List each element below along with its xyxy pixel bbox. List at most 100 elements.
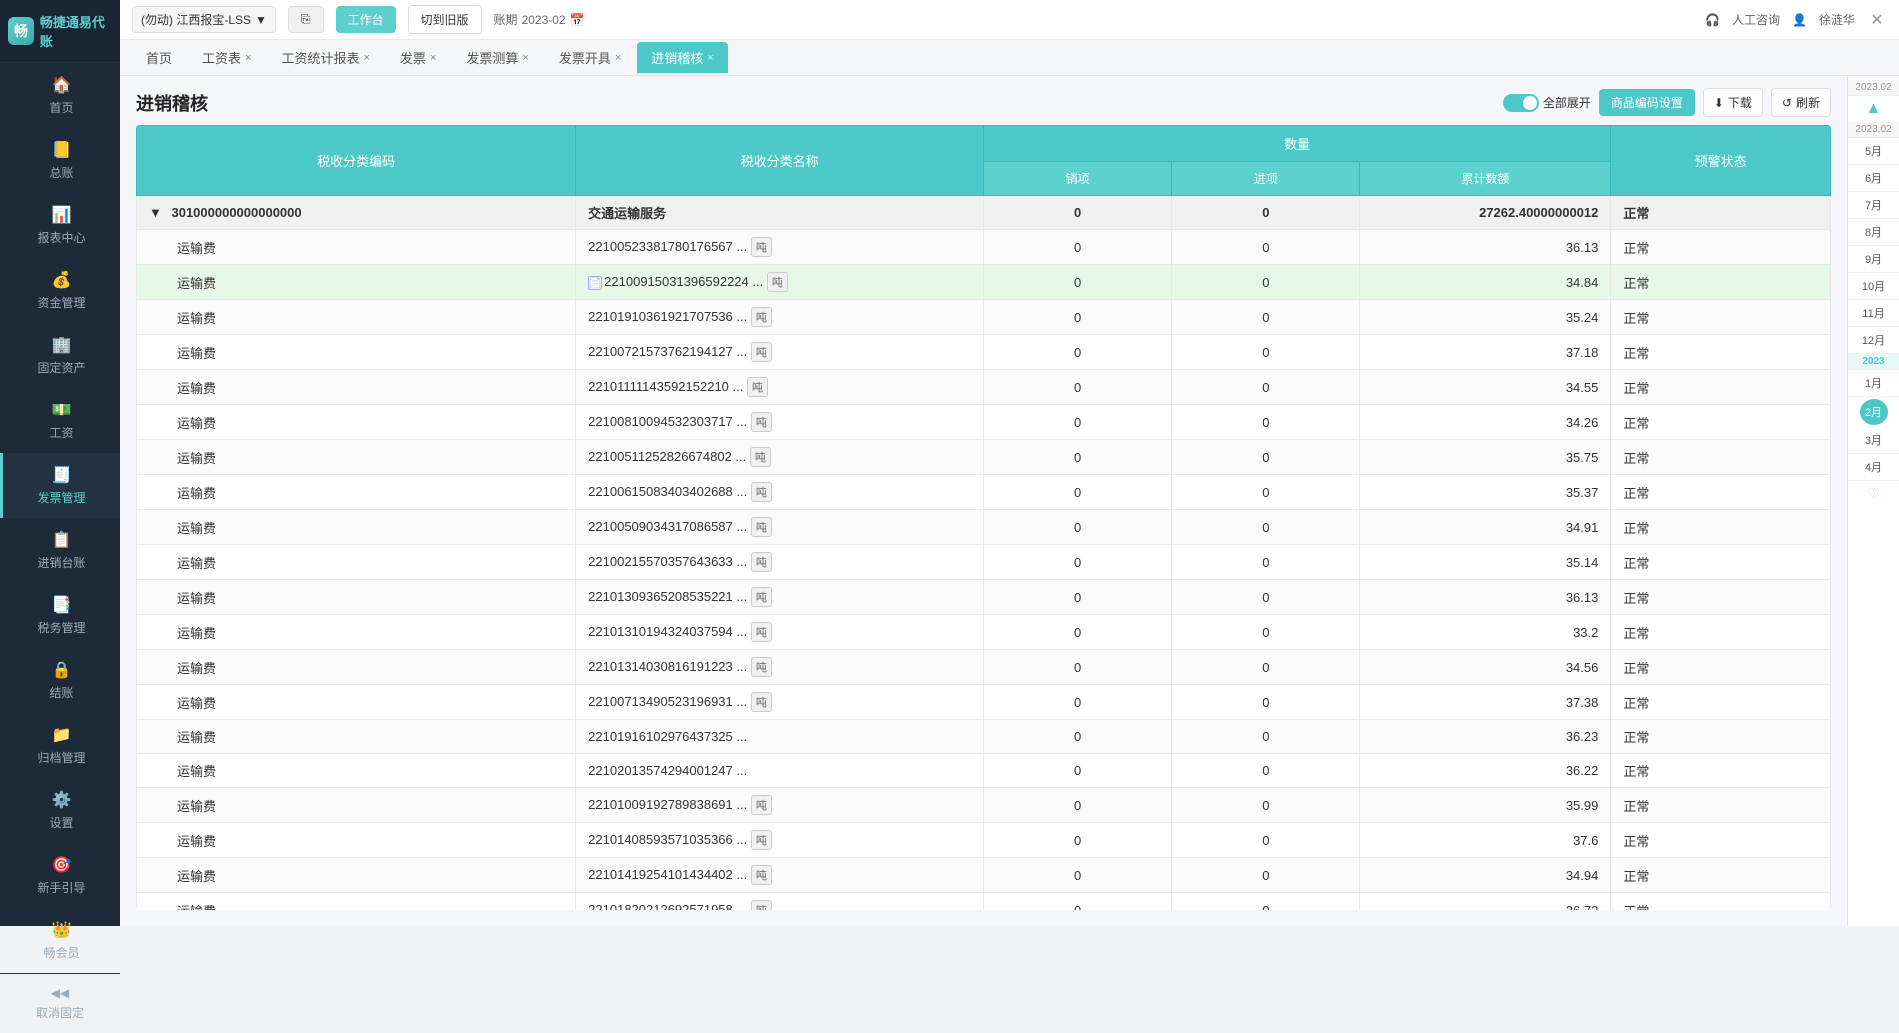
table-row[interactable]: 运输费 22101310194324037594 ... 吨 0 0 33.2 … (137, 615, 1831, 650)
service-icon: 🎧 (1705, 13, 1720, 27)
month-10[interactable]: 10月 (1848, 273, 1899, 300)
month-4-2023[interactable]: 4月 (1848, 454, 1899, 481)
sidebar-item-invoice[interactable]: 🧾 发票管理 (0, 453, 120, 518)
scroll-up-arrow[interactable]: ▲ (1862, 96, 1886, 122)
table-row[interactable]: 运输费 22101910361921707536 ... 吨 0 0 35.24… (137, 300, 1831, 335)
cell-invoice-code: 22101314030816191223 ... 吨 (576, 650, 984, 685)
cell-tax-code: 运输费 (137, 440, 576, 475)
topbar-close-button[interactable]: ✕ (1867, 10, 1887, 30)
member-icon: 👑 (52, 920, 72, 940)
sidebar-item-close[interactable]: 🔒 结账 (0, 648, 120, 713)
service-label[interactable]: 人工咨询 (1732, 11, 1780, 28)
th-quantity-group: 数量 (983, 126, 1610, 162)
sidebar-item-archive[interactable]: 📁 归档管理 (0, 713, 120, 778)
table-row[interactable]: 运输费 22101009192789838691 ... 吨 0 0 35.99… (137, 788, 1831, 823)
table-row[interactable]: 运输费 22101820212692571958 ... 吨 0 0 36.72… (137, 893, 1831, 911)
tab-invoice-open[interactable]: 发票开具 × (545, 42, 635, 73)
table-row[interactable]: 运输费 22101314030816191223 ... 吨 0 0 34.56… (137, 650, 1831, 685)
sidebar-item-member[interactable]: 👑 畅会员 (0, 908, 120, 973)
cell-tax-code: 运输费 (137, 720, 576, 754)
unit-tag: 吨 (751, 865, 772, 885)
table-row[interactable]: 运输费 22100215570357643633 ... 吨 0 0 35.14… (137, 545, 1831, 580)
table-row[interactable]: 运输费 22100615083403402688 ... 吨 0 0 35.37… (137, 475, 1831, 510)
month-7[interactable]: 7月 (1848, 192, 1899, 219)
tab-salary-table-close[interactable]: × (245, 52, 251, 64)
tab-invoice-calc[interactable]: 发票测算 × (452, 42, 542, 73)
sidebar-item-funds[interactable]: 💰 资金管理 (0, 258, 120, 323)
sidebar-item-tax[interactable]: 📑 税务管理 (0, 583, 120, 648)
cell-purchase: 0 (1172, 893, 1360, 911)
page: 进销稽核 全部展开 商品编码设置 ⬇ 下载 ↺ 刷新 (120, 76, 1847, 926)
switch-version-button[interactable]: 切到旧版 (408, 5, 482, 34)
table-row[interactable]: 运输费 22100523381780176567 ... 吨 0 0 36.13… (137, 230, 1831, 265)
product-code-settings-button[interactable]: 商品编码设置 (1599, 89, 1695, 116)
tab-reconcile[interactable]: 进销稽核 × (637, 42, 727, 73)
sidebar-footer-pin[interactable]: ◀◀ 取消固定 (0, 973, 120, 1033)
table-row[interactable]: 运输费 📄22100915031396592224 ... 吨 0 0 34.8… (137, 265, 1831, 300)
period-value: 2023-02 (522, 13, 566, 27)
workbench-button[interactable]: 工作台 (336, 6, 396, 33)
month-6[interactable]: 6月 (1848, 165, 1899, 192)
tab-invoice[interactable]: 发票 × (386, 42, 450, 73)
cell-tax-code: 运输费 (137, 405, 576, 440)
sidebar-item-label: 进销台账 (37, 554, 85, 571)
sidebar-item-label: 总账 (49, 164, 73, 181)
download-button[interactable]: ⬇ 下载 (1703, 88, 1763, 117)
cell-purchase: 0 (1172, 545, 1360, 580)
tab-salary-table-label: 工资表 (202, 48, 241, 67)
month-12[interactable]: 12月 (1848, 327, 1899, 354)
sidebar-item-ledger[interactable]: 📒 总账 (0, 128, 120, 193)
cell-purchase: 0 (1172, 685, 1360, 720)
sidebar-item-salary[interactable]: 💵 工资 (0, 388, 120, 453)
table-row[interactable]: 运输费 22100810094532303717 ... 吨 0 0 34.26… (137, 405, 1831, 440)
tab-home[interactable]: 首页 (132, 42, 186, 73)
sidebar-item-reports[interactable]: 📊 报表中心 (0, 193, 120, 258)
month-9[interactable]: 9月 (1848, 246, 1899, 273)
unit-tag: 吨 (751, 692, 772, 712)
table-row[interactable]: 运输费 22100509034317086587 ... 吨 0 0 34.91… (137, 510, 1831, 545)
cell-status: 正常 (1611, 475, 1831, 510)
cell-invoice-code: 22102013574294001247 ... (576, 754, 984, 788)
month-5[interactable]: 5月 (1848, 138, 1899, 165)
tab-reconcile-close[interactable]: × (707, 52, 713, 64)
month-3-2023[interactable]: 3月 (1848, 427, 1899, 454)
cell-status: 正常 (1611, 335, 1831, 370)
table-row[interactable]: 运输费 22101309365208535221 ... 吨 0 0 36.13… (137, 580, 1831, 615)
tab-invoice-open-label: 发票开具 (559, 48, 611, 67)
month-11[interactable]: 11月 (1848, 300, 1899, 327)
tab-invoice-open-close[interactable]: × (615, 52, 621, 64)
pin-icon: ◀◀ (51, 986, 69, 1000)
month-1-2023[interactable]: 1月 (1848, 370, 1899, 397)
collapse-icon[interactable]: ▼ (149, 205, 162, 220)
table-row[interactable]: 运输费 22101916102976437325 ... 0 0 36.23 正… (137, 720, 1831, 754)
table-row[interactable]: 运输费 22101111143592152210 ... 吨 0 0 34.55… (137, 370, 1831, 405)
sidebar-item-home[interactable]: 🏠 首页 (0, 63, 120, 128)
table-row[interactable]: 运输费 22101408593571035366 ... 吨 0 0 37.6 … (137, 823, 1831, 858)
tab-invoice-calc-close[interactable]: × (522, 52, 528, 64)
tab-invoice-close[interactable]: × (430, 52, 436, 64)
table-row[interactable]: 运输费 22100713490523196931 ... 吨 0 0 37.38… (137, 685, 1831, 720)
company-selector[interactable]: (勿动) 江西报宝-LSS ▼ (132, 6, 276, 33)
copy-button[interactable]: ⎘ (288, 6, 324, 33)
table-row[interactable]: 运输费 22100511252826674802 ... 吨 0 0 35.75… (137, 440, 1831, 475)
tab-salary-report[interactable]: 工资统计报表 × (267, 42, 383, 73)
month-2-2023[interactable]: 2月 (1860, 399, 1888, 425)
month-8[interactable]: 8月 (1848, 219, 1899, 246)
sidebar-item-assets[interactable]: 🏢 固定资产 (0, 323, 120, 388)
table-row[interactable]: 运输费 22102013574294001247 ... 0 0 36.22 正… (137, 754, 1831, 788)
sidebar-item-settings[interactable]: ⚙️ 设置 (0, 778, 120, 843)
table-row[interactable]: 运输费 22100721573762194127 ... 吨 0 0 37.18… (137, 335, 1831, 370)
expand-all-toggle[interactable]: 全部展开 (1503, 94, 1591, 112)
sidebar-item-reconcile[interactable]: 📋 进销台账 (0, 518, 120, 583)
table-row[interactable]: ▼ 301000000000000000 交通运输服务 0 0 27262.40… (137, 196, 1831, 230)
toggle-switch[interactable] (1503, 94, 1539, 112)
cell-status: 正常 (1611, 893, 1831, 911)
tab-salary-table[interactable]: 工资表 × (188, 42, 265, 73)
tab-salary-report-close[interactable]: × (363, 52, 369, 64)
cell-status: 正常 (1611, 754, 1831, 788)
sidebar-item-guide[interactable]: 🎯 新手引导 (0, 843, 120, 908)
refresh-button[interactable]: ↺ 刷新 (1771, 88, 1831, 117)
page-header: 进销稽核 全部展开 商品编码设置 ⬇ 下载 ↺ 刷新 (120, 76, 1847, 125)
avatar: 👤 (1792, 13, 1807, 27)
table-row[interactable]: 运输费 22101419254101434402 ... 吨 0 0 34.94… (137, 858, 1831, 893)
